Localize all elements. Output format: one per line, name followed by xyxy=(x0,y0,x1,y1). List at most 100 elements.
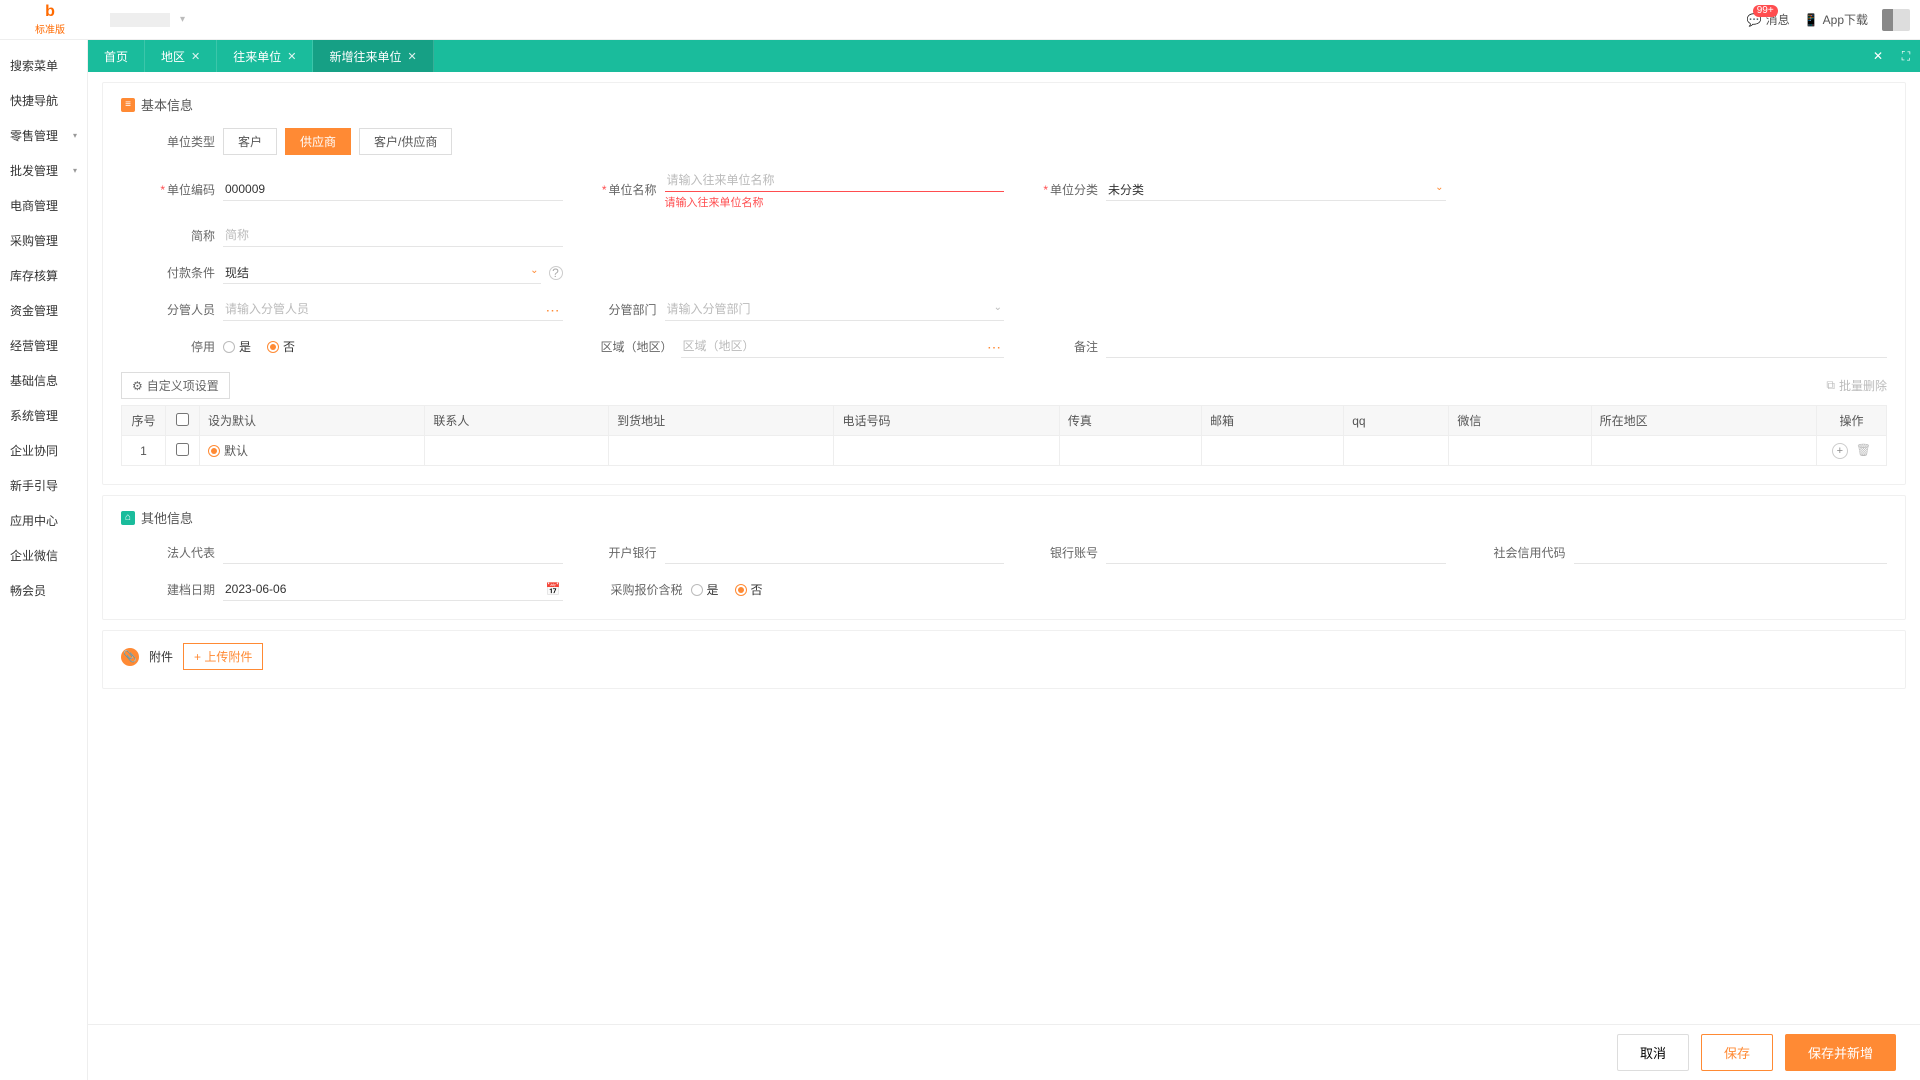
upload-attachment-button[interactable]: + 上传附件 xyxy=(183,643,263,670)
sidebar-item-5[interactable]: 采购管理 xyxy=(0,223,87,258)
tab-1[interactable]: 地区✕ xyxy=(145,40,217,72)
bank-label: 开户银行 xyxy=(593,544,657,561)
batch-delete-button[interactable]: ⧉ 批量删除 xyxy=(1826,377,1887,394)
sidebar-item-8[interactable]: 经营管理 xyxy=(0,328,87,363)
close-icon[interactable]: ✕ xyxy=(408,50,417,63)
bank-account-label: 银行账号 xyxy=(1034,544,1098,561)
tab-3[interactable]: 新增往来单位✕ xyxy=(313,40,433,72)
sidebar-item-4[interactable]: 电商管理 xyxy=(0,188,87,223)
mgr-dept-label: 分管部门 xyxy=(593,301,657,318)
mgr-dept-select[interactable] xyxy=(665,298,1005,321)
row-select-checkbox[interactable] xyxy=(176,443,189,456)
unit-code-label: 单位编码 xyxy=(151,181,215,198)
table-header: 到货地址 xyxy=(609,406,834,436)
sidebar-item-9[interactable]: 基础信息 xyxy=(0,363,87,398)
remark-input[interactable] xyxy=(1106,335,1887,358)
sidebar-item-2[interactable]: 零售管理▾ xyxy=(0,118,87,153)
calendar-icon[interactable]: 📅 xyxy=(546,582,561,596)
pay-condition-select[interactable] xyxy=(223,261,541,284)
sidebar-item-13[interactable]: 应用中心 xyxy=(0,503,87,538)
unit-code-input[interactable] xyxy=(223,178,563,201)
logo-icon: b xyxy=(45,3,55,21)
region-input[interactable] xyxy=(681,335,1005,358)
fullscreen-button[interactable]: ⛶ xyxy=(1892,40,1920,72)
gear-icon: ⚙ xyxy=(132,379,143,393)
create-date-label: 建档日期 xyxy=(151,581,215,598)
mgr-person-label: 分管人员 xyxy=(151,301,215,318)
sidebar-item-0[interactable]: 搜索菜单 xyxy=(0,48,87,83)
contacts-table: 序号设为默认联系人到货地址电话号码传真邮箱qq微信所在地区操作 1 默认 xyxy=(121,405,1887,466)
credit-code-input[interactable] xyxy=(1574,541,1888,564)
disabled-no-radio[interactable]: 否 xyxy=(267,338,295,355)
remark-label: 备注 xyxy=(1034,338,1098,355)
unit-type-option-2[interactable]: 客户/供应商 xyxy=(359,128,452,155)
save-and-new-button[interactable]: 保存并新增 xyxy=(1785,1034,1896,1071)
short-name-input[interactable] xyxy=(223,224,563,247)
sidebar-item-10[interactable]: 系统管理 xyxy=(0,398,87,433)
custom-fields-button[interactable]: ⚙ 自定义项设置 xyxy=(121,372,230,399)
app-download-button[interactable]: 📱 App下载 xyxy=(1804,11,1868,28)
attachment-icon: 📎 xyxy=(121,648,139,666)
delete-row-button[interactable]: 🗑 xyxy=(1856,443,1871,459)
table-header: 邮箱 xyxy=(1202,406,1344,436)
mgr-person-input[interactable] xyxy=(223,298,563,321)
create-date-input[interactable] xyxy=(223,578,563,601)
brand-logo: b 标准版 xyxy=(10,3,90,36)
close-icon[interactable]: ✕ xyxy=(191,50,200,63)
select-all-checkbox[interactable] xyxy=(176,413,189,426)
chevron-down-icon: ▾ xyxy=(73,166,77,175)
chevron-down-icon: ⌄ xyxy=(1435,182,1443,193)
table-row: 1 默认 xyxy=(122,436,1887,466)
table-header: 微信 xyxy=(1449,406,1591,436)
sidebar-item-11[interactable]: 企业协同 xyxy=(0,433,87,468)
table-header xyxy=(166,406,200,436)
sidebar-item-12[interactable]: 新手引导 xyxy=(0,468,87,503)
disabled-label: 停用 xyxy=(151,338,215,355)
tab-2[interactable]: 往来单位✕ xyxy=(217,40,313,72)
sidebar-item-3[interactable]: 批发管理▾ xyxy=(0,153,87,188)
unit-class-select[interactable] xyxy=(1106,178,1446,201)
sidebar: 搜索菜单快捷导航零售管理▾批发管理▾电商管理采购管理库存核算资金管理经营管理基础… xyxy=(0,40,88,1080)
table-header: 设为默认 xyxy=(200,406,425,436)
unit-type-option-1[interactable]: 供应商 xyxy=(285,128,351,155)
table-header: 序号 xyxy=(122,406,166,436)
disabled-yes-radio[interactable]: 是 xyxy=(223,338,251,355)
sidebar-item-7[interactable]: 资金管理 xyxy=(0,293,87,328)
help-icon[interactable]: ? xyxy=(549,266,563,280)
sidebar-item-1[interactable]: 快捷导航 xyxy=(0,83,87,118)
table-header: 电话号码 xyxy=(834,406,1059,436)
messages-button[interactable]: 💬 消息 99+ xyxy=(1747,11,1790,28)
close-icon[interactable]: ✕ xyxy=(287,50,296,63)
company-selector[interactable]: ▾ xyxy=(110,13,185,27)
cancel-button[interactable]: 取消 xyxy=(1617,1034,1689,1071)
save-button[interactable]: 保存 xyxy=(1701,1034,1773,1071)
unit-name-error: 请输入往来单位名称 xyxy=(665,194,1005,210)
add-row-button[interactable]: + xyxy=(1832,443,1848,459)
unit-name-input[interactable] xyxy=(665,169,1005,192)
tab-0[interactable]: 首页 xyxy=(88,40,145,72)
table-header: 所在地区 xyxy=(1591,406,1816,436)
avatar[interactable] xyxy=(1882,9,1910,31)
quote-tax-no-radio[interactable]: 否 xyxy=(735,581,763,598)
bank-input[interactable] xyxy=(665,541,1005,564)
quote-tax-yes-radio[interactable]: 是 xyxy=(691,581,719,598)
table-header: 联系人 xyxy=(425,406,609,436)
sidebar-item-14[interactable]: 企业微信 xyxy=(0,538,87,573)
bank-account-input[interactable] xyxy=(1106,541,1446,564)
section-icon: ≡ xyxy=(121,98,135,112)
table-header: 操作 xyxy=(1817,406,1887,436)
legal-rep-input[interactable] xyxy=(223,541,563,564)
sidebar-item-15[interactable]: 畅会员 xyxy=(0,573,87,608)
quote-tax-label: 采购报价含税 xyxy=(593,581,683,598)
other-info-title: 其他信息 xyxy=(141,508,193,527)
close-all-tabs-button[interactable]: ✕ xyxy=(1864,40,1892,72)
set-default-radio[interactable]: 默认 xyxy=(208,442,248,459)
chevron-down-icon: ⌄ xyxy=(530,265,538,276)
more-icon[interactable]: ⋯ xyxy=(987,339,1002,356)
short-name-label: 简称 xyxy=(151,227,215,244)
credit-code-label: 社会信用代码 xyxy=(1476,544,1566,561)
sidebar-item-6[interactable]: 库存核算 xyxy=(0,258,87,293)
unit-type-option-0[interactable]: 客户 xyxy=(223,128,277,155)
copy-icon: ⧉ xyxy=(1826,378,1835,393)
more-icon[interactable]: ⋯ xyxy=(546,302,561,319)
